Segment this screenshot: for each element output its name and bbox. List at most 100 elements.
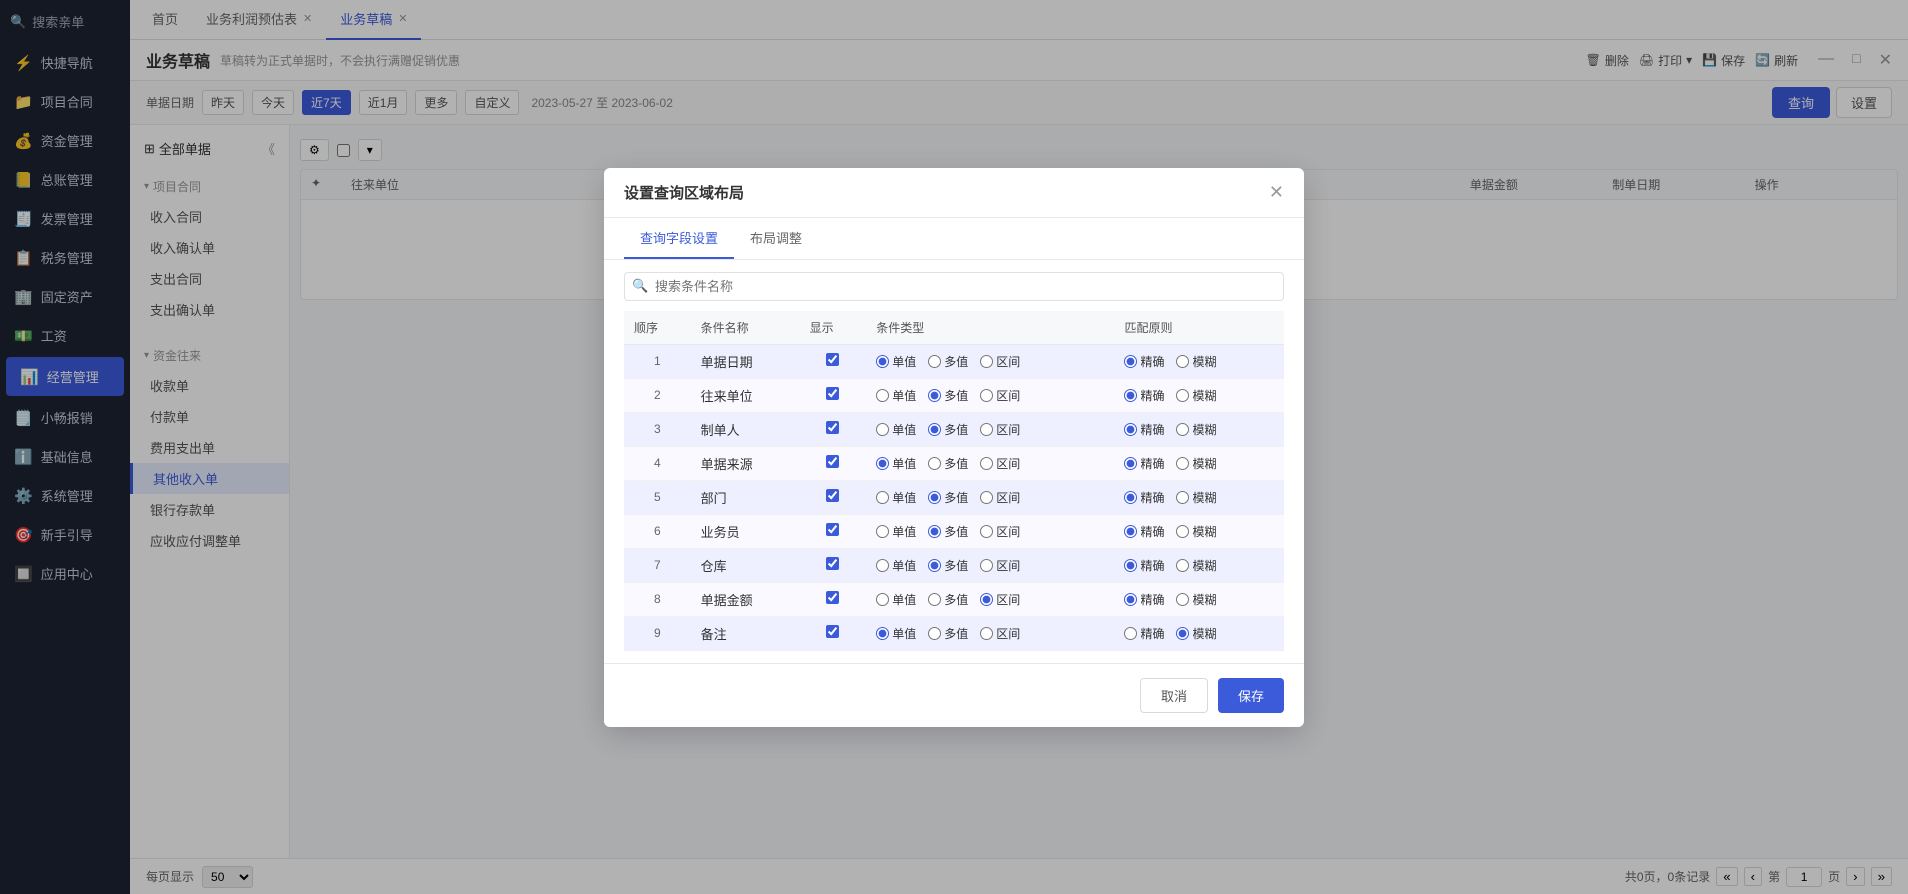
cell-match-10: 精确模糊 — [1114, 650, 1284, 651]
table-row: 1单据日期 单值多值区间 精确模糊 — [624, 344, 1284, 378]
cell-match-9: 精确模糊 — [1114, 616, 1284, 650]
match-option-7-1[interactable]: 模糊 — [1176, 557, 1216, 574]
type-option-8-2[interactable]: 区间 — [980, 591, 1020, 608]
table-row: 6业务员单值多值区间精确模糊 — [624, 514, 1284, 548]
th-display: 显示 — [800, 311, 867, 345]
match-option-7-0[interactable]: 精确 — [1124, 557, 1164, 574]
modal-overlay: 设置查询区域布局 ✕ 查询字段设置 布局调整 🔍 顺序 条件 — [0, 0, 1908, 894]
type-option-2-2[interactable]: 区间 — [980, 387, 1020, 404]
dialog-header: 设置查询区域布局 ✕ — [604, 168, 1304, 218]
match-option-4-1[interactable]: 模糊 — [1176, 455, 1216, 472]
match-option-8-1[interactable]: 模糊 — [1176, 591, 1216, 608]
match-option-9-0[interactable]: 精确 — [1124, 625, 1164, 642]
type-option-5-0[interactable]: 单值 — [876, 489, 916, 506]
type-option-3-0[interactable]: 单值 — [876, 421, 916, 438]
type-option-7-1[interactable]: 多值 — [928, 557, 968, 574]
display-checkbox-1[interactable] — [826, 353, 839, 366]
type-option-1-0[interactable]: 单值 — [876, 353, 916, 370]
type-option-1-1[interactable]: 多值 — [928, 353, 968, 370]
cell-name-4: 单据来源 — [691, 446, 800, 480]
type-option-2-1[interactable]: 多值 — [928, 387, 968, 404]
display-checkbox-5[interactable] — [826, 489, 839, 502]
type-option-3-2[interactable]: 区间 — [980, 421, 1020, 438]
table-row: 9备注单值多值区间精确模糊 — [624, 616, 1284, 650]
type-option-6-0[interactable]: 单值 — [876, 523, 916, 540]
type-option-7-0[interactable]: 单值 — [876, 557, 916, 574]
cell-type-10: 单值多值区间 — [866, 650, 1114, 651]
tab-layout-adjust[interactable]: 布局调整 — [734, 218, 818, 259]
cell-name-8: 单据金额 — [691, 582, 800, 616]
tab-field-settings[interactable]: 查询字段设置 — [624, 218, 734, 259]
type-option-6-2[interactable]: 区间 — [980, 523, 1020, 540]
table-row: 3制单人单值多值区间精确模糊 — [624, 412, 1284, 446]
match-option-1-1[interactable]: 模糊 — [1176, 353, 1216, 370]
cell-display-2 — [800, 378, 867, 412]
display-checkbox-3[interactable] — [826, 421, 839, 434]
dialog-search-input[interactable] — [624, 272, 1284, 301]
dialog-search: 🔍 — [624, 272, 1284, 301]
cancel-button[interactable]: 取消 — [1140, 678, 1208, 713]
match-option-3-0[interactable]: 精确 — [1124, 421, 1164, 438]
match-option-3-1[interactable]: 模糊 — [1176, 421, 1216, 438]
cell-match-7: 精确模糊 — [1114, 548, 1284, 582]
cell-name-3: 制单人 — [691, 412, 800, 446]
cell-match-4: 精确模糊 — [1114, 446, 1284, 480]
match-option-9-1[interactable]: 模糊 — [1176, 625, 1216, 642]
th-name: 条件名称 — [691, 311, 800, 345]
cell-match-5: 精确模糊 — [1114, 480, 1284, 514]
type-option-4-0[interactable]: 单值 — [876, 455, 916, 472]
th-type: 条件类型 — [866, 311, 1114, 345]
cell-name-7: 仓库 — [691, 548, 800, 582]
cell-name-9: 备注 — [691, 616, 800, 650]
type-option-6-1[interactable]: 多值 — [928, 523, 968, 540]
type-option-9-0[interactable]: 单值 — [876, 625, 916, 642]
cell-type-6: 单值多值区间 — [866, 514, 1114, 548]
cell-type-4: 单值多值区间 — [866, 446, 1114, 480]
cell-order-1: 1 — [624, 344, 691, 378]
type-option-5-2[interactable]: 区间 — [980, 489, 1020, 506]
display-checkbox-9[interactable] — [826, 625, 839, 638]
type-option-3-1[interactable]: 多值 — [928, 421, 968, 438]
type-option-9-1[interactable]: 多值 — [928, 625, 968, 642]
match-option-5-0[interactable]: 精确 — [1124, 489, 1164, 506]
type-option-5-1[interactable]: 多值 — [928, 489, 968, 506]
match-option-6-0[interactable]: 精确 — [1124, 523, 1164, 540]
type-option-4-1[interactable]: 多值 — [928, 455, 968, 472]
type-option-4-2[interactable]: 区间 — [980, 455, 1020, 472]
cell-order-3: 3 — [624, 412, 691, 446]
cell-display-9 — [800, 616, 867, 650]
table-row: 2往来单位单值多值区间精确模糊 — [624, 378, 1284, 412]
save-button[interactable]: 保存 — [1218, 678, 1284, 713]
display-checkbox-6[interactable] — [826, 523, 839, 536]
cell-display-6 — [800, 514, 867, 548]
dialog-close-button[interactable]: ✕ — [1269, 182, 1284, 203]
cell-type-9: 单值多值区间 — [866, 616, 1114, 650]
dialog-search-icon: 🔍 — [632, 278, 648, 294]
table-row: 7仓库单值多值区间精确模糊 — [624, 548, 1284, 582]
cell-order-9: 9 — [624, 616, 691, 650]
match-option-6-1[interactable]: 模糊 — [1176, 523, 1216, 540]
cell-name-1: 单据日期 — [691, 344, 800, 378]
type-option-1-2[interactable]: 区间 — [980, 353, 1020, 370]
type-option-2-0[interactable]: 单值 — [876, 387, 916, 404]
match-option-2-0[interactable]: 精确 — [1124, 387, 1164, 404]
type-option-8-1[interactable]: 多值 — [928, 591, 968, 608]
type-option-7-2[interactable]: 区间 — [980, 557, 1020, 574]
display-checkbox-7[interactable] — [826, 557, 839, 570]
display-checkbox-8[interactable] — [826, 591, 839, 604]
match-option-2-1[interactable]: 模糊 — [1176, 387, 1216, 404]
match-option-4-0[interactable]: 精确 — [1124, 455, 1164, 472]
match-option-1-0[interactable]: 精确 — [1124, 353, 1164, 370]
cell-type-3: 单值多值区间 — [866, 412, 1114, 446]
match-option-5-1[interactable]: 模糊 — [1176, 489, 1216, 506]
table-row: 10单据编号单值多值区间精确模糊 — [624, 650, 1284, 651]
type-option-8-0[interactable]: 单值 — [876, 591, 916, 608]
settings-dialog: 设置查询区域布局 ✕ 查询字段设置 布局调整 🔍 顺序 条件 — [604, 168, 1304, 727]
type-option-9-2[interactable]: 区间 — [980, 625, 1020, 642]
display-checkbox-2[interactable] — [826, 387, 839, 400]
cell-match-8: 精确模糊 — [1114, 582, 1284, 616]
match-option-8-0[interactable]: 精确 — [1124, 591, 1164, 608]
display-checkbox-4[interactable] — [826, 455, 839, 468]
cell-display-4 — [800, 446, 867, 480]
cell-display-3 — [800, 412, 867, 446]
